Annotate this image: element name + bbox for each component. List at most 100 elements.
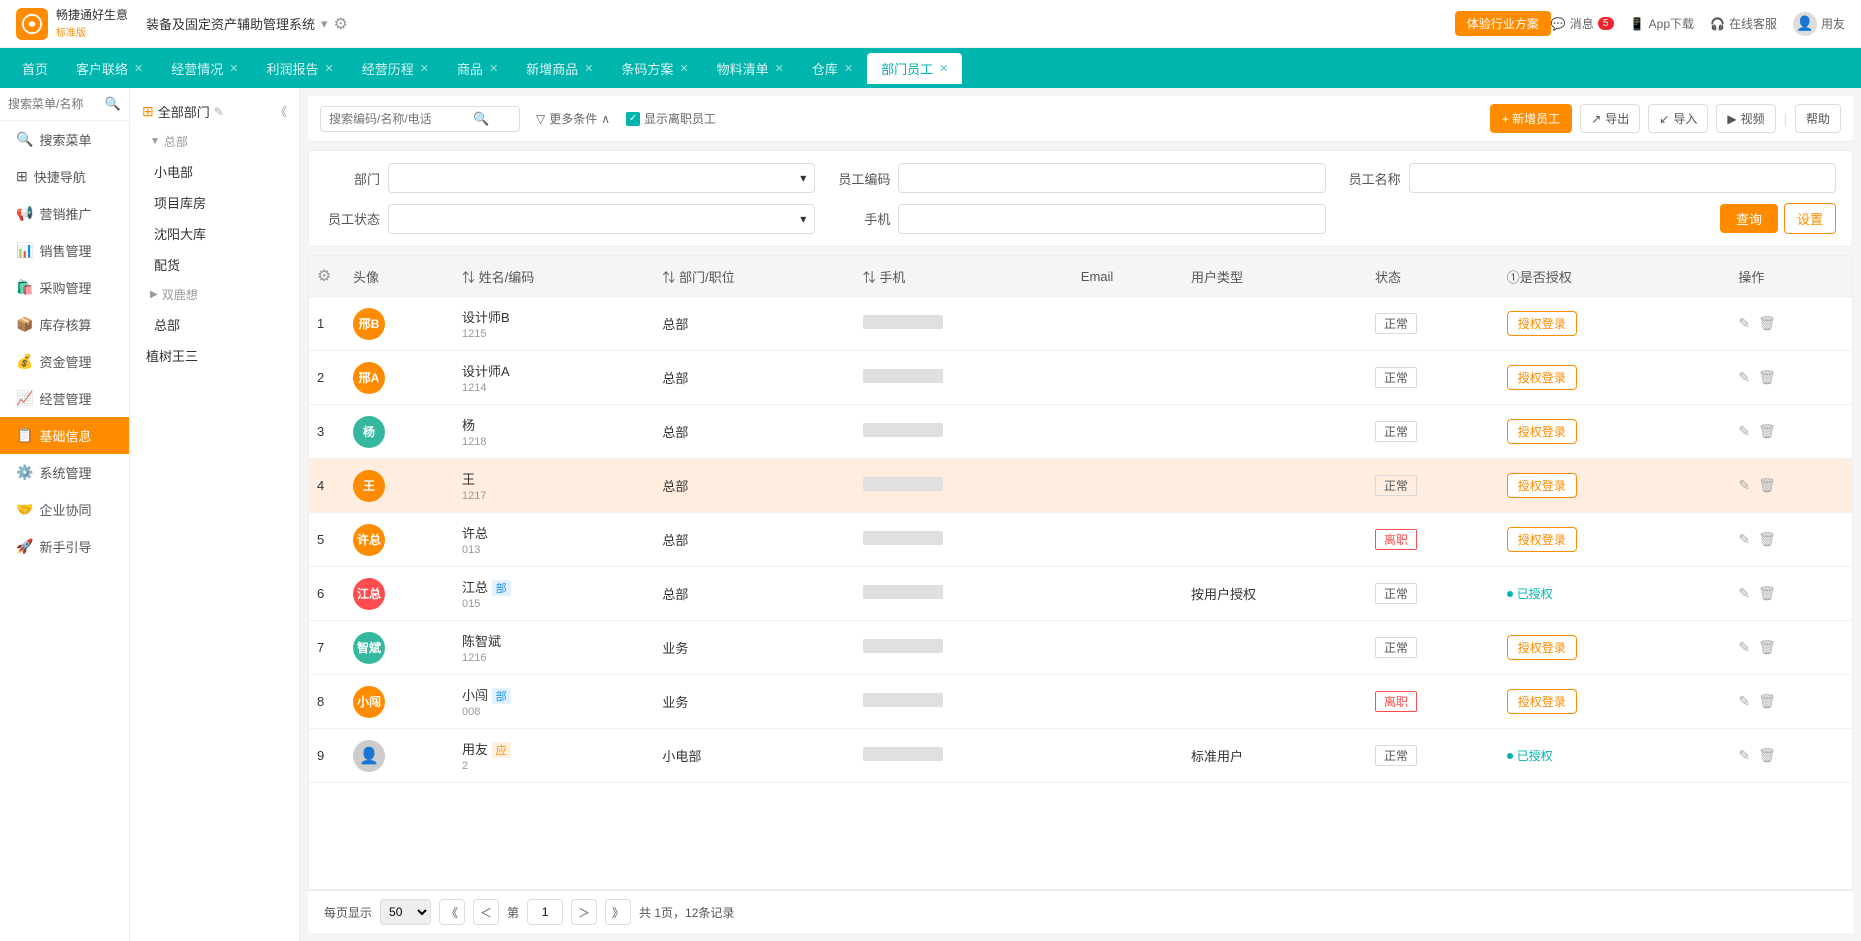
view-button[interactable]: ▶ 视频 — [1716, 104, 1775, 133]
dept-select[interactable]: ▾ — [388, 163, 815, 193]
nav-tab-物料清单[interactable]: 物料清单✕ — [703, 53, 798, 84]
close-tab-icon[interactable]: ✕ — [229, 62, 238, 75]
close-tab-icon[interactable]: ✕ — [584, 62, 593, 75]
import-button[interactable]: ↙ 导入 — [1648, 104, 1708, 133]
close-tab-icon[interactable]: ✕ — [420, 62, 429, 75]
search-input[interactable] — [329, 112, 469, 126]
edit-icon[interactable]: ✎ — [1738, 747, 1750, 764]
delete-icon[interactable]: 🗑 — [1758, 423, 1776, 440]
delete-icon[interactable]: 🗑 — [1758, 639, 1776, 656]
close-tab-icon[interactable]: ✕ — [939, 62, 948, 75]
prev-page-btn[interactable]: ＜ — [473, 899, 499, 925]
nav-tab-部门员工[interactable]: 部门员工✕ — [867, 53, 962, 84]
search-submit-icon[interactable]: 🔍 — [473, 111, 489, 127]
edit-icon[interactable]: ✎ — [1738, 585, 1750, 602]
auth-button[interactable]: 授权登录 — [1507, 527, 1577, 552]
delete-icon[interactable]: 🗑 — [1758, 531, 1776, 548]
dept-item-zhishu[interactable]: 植树王三 — [130, 340, 299, 371]
app-download-button[interactable]: 📱 App下载 — [1630, 15, 1694, 32]
sidebar-item-系统管理[interactable]: ⚙️系统管理 — [0, 454, 129, 491]
edit-icon[interactable]: ✎ — [1738, 423, 1750, 440]
help-button[interactable]: 帮助 — [1795, 104, 1841, 133]
page-number-input[interactable] — [527, 899, 563, 925]
query-button[interactable]: 查询 — [1720, 204, 1778, 233]
close-tab-icon[interactable]: ✕ — [325, 62, 334, 75]
close-tab-icon[interactable]: ✕ — [134, 62, 143, 75]
nav-tab-首页[interactable]: 首页 — [8, 53, 62, 84]
nav-tab-经营历程[interactable]: 经营历程✕ — [348, 53, 443, 84]
nav-tab-新增商品[interactable]: 新增商品✕ — [512, 53, 607, 84]
edit-icon[interactable]: ✎ — [1738, 477, 1750, 494]
edit-icon[interactable]: ✎ — [1738, 531, 1750, 548]
nav-tab-条码方案[interactable]: 条码方案✕ — [607, 53, 702, 84]
first-page-btn[interactable]: 《 — [439, 899, 465, 925]
sidebar-item-经营管理[interactable]: 📈经营管理 — [0, 380, 129, 417]
auth-button[interactable]: 授权登录 — [1507, 473, 1577, 498]
sidebar-item-采购管理[interactable]: 🛍️采购管理 — [0, 269, 129, 306]
delete-icon[interactable]: 🗑 — [1758, 477, 1776, 494]
close-tab-icon[interactable]: ✕ — [489, 62, 498, 75]
edit-icon[interactable]: ✎ — [1738, 315, 1750, 332]
sidebar-item-快捷导航[interactable]: ⊞快捷导航 — [0, 158, 129, 195]
edit-icon[interactable]: ✎ — [1738, 693, 1750, 710]
auth-button[interactable]: 授权登录 — [1507, 311, 1577, 336]
auth-button[interactable]: 授权登录 — [1507, 635, 1577, 660]
nav-tab-经营情况[interactable]: 经营情况✕ — [157, 53, 252, 84]
delete-icon[interactable]: 🗑 — [1758, 585, 1776, 602]
nav-tab-商品[interactable]: 商品✕ — [443, 53, 512, 84]
show-departed-toggle[interactable]: ✓ 显示离职员工 — [626, 110, 716, 127]
delete-icon[interactable]: 🗑 — [1758, 747, 1776, 764]
sidebar-item-基础信息[interactable]: 📋基础信息 — [0, 417, 129, 454]
message-button[interactable]: 💬 消息 5 — [1551, 15, 1614, 32]
edit-icon[interactable]: ✎ — [1738, 369, 1750, 386]
close-tab-icon[interactable]: ✕ — [775, 62, 784, 75]
delete-icon[interactable]: 🗑 — [1758, 369, 1776, 386]
dept-item-peihuo[interactable]: 配货 — [138, 249, 299, 280]
sidebar-item-销售管理[interactable]: 📊销售管理 — [0, 232, 129, 269]
code-input[interactable] — [898, 163, 1325, 193]
status-select[interactable]: ▾ — [388, 204, 815, 234]
name-input[interactable] — [1409, 163, 1836, 193]
sidebar-item-企业协同[interactable]: 🤝企业协同 — [0, 491, 129, 528]
settings-icon[interactable]: ⚙ — [334, 14, 348, 34]
per-page-select[interactable]: 50 100 200 — [380, 899, 431, 925]
close-tab-icon[interactable]: ✕ — [679, 62, 688, 75]
dept-group-zongbu[interactable]: ▼ 总部 — [138, 127, 299, 156]
dept-group-shuanglu-title[interactable]: ▶ 双鹿想 — [138, 280, 299, 309]
phone-input[interactable] — [898, 204, 1325, 234]
user-button[interactable]: 👤 用友 — [1793, 12, 1845, 36]
auth-button[interactable]: 授权登录 — [1507, 419, 1577, 444]
dept-item-xiangmu[interactable]: 项目库房 — [138, 187, 299, 218]
dept-item-zongbu[interactable]: 总部 — [138, 309, 299, 340]
dept-item-shenyang[interactable]: 沈阳大库 — [138, 218, 299, 249]
more-filters-btn[interactable]: ▽ 更多条件 ∧ — [528, 106, 618, 131]
dropdown-icon[interactable]: ▾ — [321, 16, 328, 32]
edit-icon[interactable]: ✎ — [1738, 639, 1750, 656]
sidebar-item-库存核算[interactable]: 📦库存核算 — [0, 306, 129, 343]
sidebar-item-营销推广[interactable]: 📢营销推广 — [0, 195, 129, 232]
search-menu-input[interactable] — [8, 97, 101, 111]
online-service-button[interactable]: 🎧 在线客服 — [1710, 15, 1777, 32]
next-page-btn[interactable]: ＞ — [571, 899, 597, 925]
nav-tab-仓库[interactable]: 仓库✕ — [798, 53, 867, 84]
export-button[interactable]: ↗ 导出 — [1580, 104, 1640, 133]
auth-button[interactable]: 授权登录 — [1507, 365, 1577, 390]
auth-button[interactable]: 授权登录 — [1507, 689, 1577, 714]
last-page-btn[interactable]: 》 — [605, 899, 631, 925]
col-gear-icon[interactable]: ⚙ — [317, 268, 331, 285]
sidebar-item-资金管理[interactable]: 💰资金管理 — [0, 343, 129, 380]
collapse-dept-btn[interactable]: 《 — [275, 103, 287, 120]
dept-item-xiaodian[interactable]: 小电部 — [138, 156, 299, 187]
delete-icon[interactable]: 🗑 — [1758, 315, 1776, 332]
add-employee-button[interactable]: + 新增员工 — [1490, 104, 1572, 133]
nav-tab-客户联络[interactable]: 客户联络✕ — [62, 53, 157, 84]
edit-dept-icon[interactable]: ✎ — [214, 105, 224, 119]
reset-button[interactable]: 设置 — [1784, 203, 1836, 234]
avatar: 👤 — [353, 740, 385, 772]
sidebar-item-新手引导[interactable]: 🚀新手引导 — [0, 528, 129, 565]
sidebar-item-搜索菜单[interactable]: 🔍搜索菜单 — [0, 121, 129, 158]
delete-icon[interactable]: 🗑 — [1758, 693, 1776, 710]
close-tab-icon[interactable]: ✕ — [844, 62, 853, 75]
nav-tab-利润报告[interactable]: 利润报告✕ — [252, 53, 347, 84]
trial-button[interactable]: 体验行业方案 — [1455, 11, 1551, 36]
